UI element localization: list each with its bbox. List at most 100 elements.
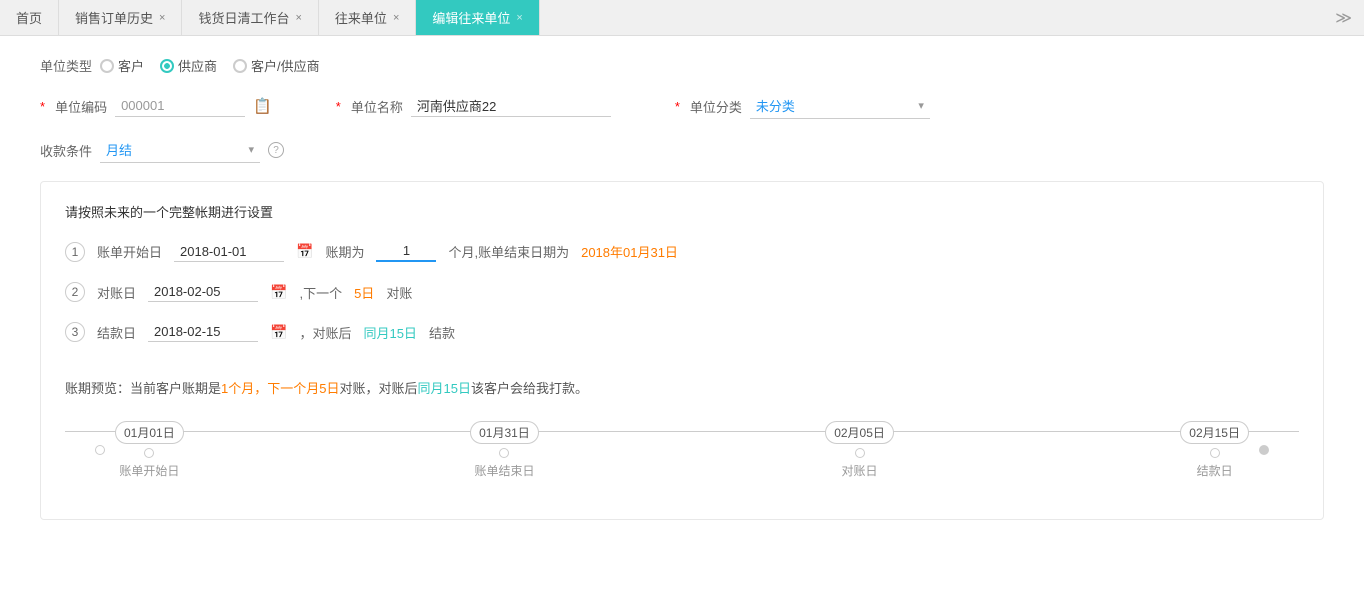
calendar-icon[interactable]: 📅: [296, 243, 313, 260]
timeline-point-3: 02月05日 对账日: [825, 421, 894, 479]
preview-p2: 下一个月5日: [267, 381, 339, 396]
expand-button[interactable]: ≫: [1323, 0, 1364, 35]
reconcile-highlight: 5日: [354, 283, 374, 302]
unit-category-value: 未分类: [756, 96, 914, 115]
radio-both[interactable]: 客户/供应商: [233, 56, 320, 75]
point-dot-4: [1210, 448, 1220, 458]
unit-name-input[interactable]: [411, 95, 611, 117]
timeline-point-1: 01月01日 账单开始日: [115, 421, 184, 479]
settings-title: 请按照未来的一个完整帐期进行设置: [65, 202, 1299, 221]
preview-p3: 同月15日: [418, 381, 471, 396]
radio-supplier-label: 供应商: [178, 56, 217, 75]
preview-p1: 1个月，: [221, 381, 267, 396]
radio-supplier-circle: [160, 59, 174, 73]
row-num-3: 3: [65, 322, 85, 342]
calendar-icon[interactable]: 📅: [270, 324, 287, 341]
timeline-start-dot: [95, 445, 105, 455]
reconcile-date-input[interactable]: [148, 282, 258, 302]
reconcile-prefix: ,下一个: [299, 283, 342, 302]
unit-code-label: 单位编码: [55, 97, 107, 116]
payment-dropdown[interactable]: 月结 ▾: [100, 137, 260, 163]
preview-middle: 对账，对账后: [339, 381, 417, 396]
unit-type-field: 单位类型 客户 供应商 客户/供应商: [40, 56, 320, 75]
close-icon[interactable]: ×: [516, 12, 522, 24]
start-date-label: 账单开始日: [97, 242, 162, 261]
row-num-2: 2: [65, 282, 85, 302]
tab-partner-label: 往来单位: [335, 8, 387, 27]
preview-suffix: 该客户会给我打款。: [471, 381, 588, 396]
copy-icon[interactable]: 📋: [253, 97, 272, 115]
radio-group: 客户 供应商 客户/供应商: [100, 56, 320, 75]
unit-code-field: * 单位编码 📋: [40, 95, 272, 117]
point-badge-2: 01月31日: [470, 421, 539, 444]
close-icon[interactable]: ×: [393, 12, 399, 24]
tab-partner[interactable]: 往来单位 ×: [319, 0, 416, 35]
preview-text: 账期预览：当前客户账期是1个月，下一个月5日对账，对账后同月15日该客户会给我打…: [65, 378, 1299, 397]
payment-date-input[interactable]: [148, 322, 258, 342]
setting-row-3: 3 结款日 📅 ，对账后 同月15日 结款: [65, 322, 1299, 342]
radio-customer-circle: [100, 59, 114, 73]
period-suffix: 个月,账单结束日期为: [448, 242, 569, 261]
preview-prefix: 账期预览：当前客户账期是: [65, 381, 221, 396]
tab-cash-work-label: 钱货日清工作台: [198, 8, 289, 27]
point-badge-1: 01月01日: [115, 421, 184, 444]
reconcile-suffix: 对账: [386, 283, 412, 302]
point-badge-4: 02月15日: [1180, 421, 1249, 444]
point-label-4: 结款日: [1197, 462, 1233, 479]
chevron-down-icon: ▾: [918, 99, 924, 112]
close-icon[interactable]: ×: [159, 12, 165, 24]
timeline-point-2: 01月31日 账单结束日: [470, 421, 539, 479]
reconcile-label: 对账日: [97, 283, 136, 302]
tab-edit-partner[interactable]: 编辑往来单位 ×: [416, 0, 539, 35]
calendar-icon[interactable]: 📅: [270, 284, 287, 301]
point-badge-3: 02月05日: [825, 421, 894, 444]
tab-home-label: 首页: [16, 8, 42, 27]
help-icon[interactable]: ?: [268, 142, 284, 158]
code-name-row: * 单位编码 📋 * 单位名称 * 单位分类 未分类 ▾: [40, 93, 1324, 119]
period-input[interactable]: [376, 241, 436, 262]
unit-name-field: * 单位名称: [336, 95, 611, 117]
unit-name-label: 单位名称: [351, 97, 403, 116]
point-dot-3: [855, 448, 865, 458]
required-star: *: [675, 99, 680, 114]
timeline-point-4: 02月15日 结款日: [1180, 421, 1249, 479]
payment-value: 月结: [106, 140, 244, 159]
close-icon[interactable]: ×: [295, 12, 301, 24]
tab-cash-work[interactable]: 钱货日清工作台 ×: [182, 0, 318, 35]
payment-row: 收款条件 月结 ▾ ?: [40, 137, 1324, 163]
preview-section: 账期预览：当前客户账期是1个月，下一个月5日对账，对账后同月15日该客户会给我打…: [65, 362, 1299, 495]
payment-field: 收款条件 月结 ▾ ?: [40, 137, 284, 163]
end-date-highlight: 2018年01月31日: [581, 242, 678, 261]
main-content: 单位类型 客户 供应商 客户/供应商 * 单位编码: [0, 36, 1364, 608]
timeline: 01月01日 账单开始日 01月31日 账单结束日 02月05日: [65, 421, 1299, 479]
point-dot-1: [144, 448, 154, 458]
radio-supplier[interactable]: 供应商: [160, 56, 217, 75]
point-label-2: 账单结束日: [474, 462, 534, 479]
tab-sales-history-label: 销售订单历史: [75, 8, 153, 27]
timeline-points: 01月01日 账单开始日 01月31日 账单结束日 02月05日: [95, 421, 1269, 479]
required-star: *: [336, 99, 341, 114]
chevron-down-icon: ▾: [248, 143, 254, 156]
payment-suffix: 结款: [429, 323, 455, 342]
unit-code-input[interactable]: [115, 95, 245, 117]
payment-highlight: 同月15日: [363, 323, 416, 342]
point-label-1: 账单开始日: [119, 462, 179, 479]
tab-home[interactable]: 首页: [0, 0, 59, 35]
unit-type-row: 单位类型 客户 供应商 客户/供应商: [40, 56, 1324, 75]
radio-both-label: 客户/供应商: [251, 56, 320, 75]
setting-row-2: 2 对账日 📅 ,下一个 5日 对账: [65, 282, 1299, 302]
radio-customer[interactable]: 客户: [100, 56, 144, 75]
point-dot-2: [499, 448, 509, 458]
payment-prefix: ，对账后: [299, 323, 351, 342]
period-prefix: 账期为: [325, 242, 364, 261]
payment-label: 收款条件: [40, 141, 92, 160]
tab-bar: 首页 销售订单历史 × 钱货日清工作台 × 往来单位 × 编辑往来单位 × ≫: [0, 0, 1364, 36]
point-label-3: 对账日: [842, 462, 878, 479]
start-date-input[interactable]: [174, 242, 284, 262]
tab-edit-partner-label: 编辑往来单位: [432, 8, 510, 27]
radio-both-circle: [233, 59, 247, 73]
unit-category-dropdown[interactable]: 未分类 ▾: [750, 93, 930, 119]
settings-box: 请按照未来的一个完整帐期进行设置 1 账单开始日 📅 账期为 个月,账单结束日期…: [40, 181, 1324, 520]
tab-sales-history[interactable]: 销售订单历史 ×: [59, 0, 182, 35]
expand-icon: ≫: [1335, 8, 1352, 28]
